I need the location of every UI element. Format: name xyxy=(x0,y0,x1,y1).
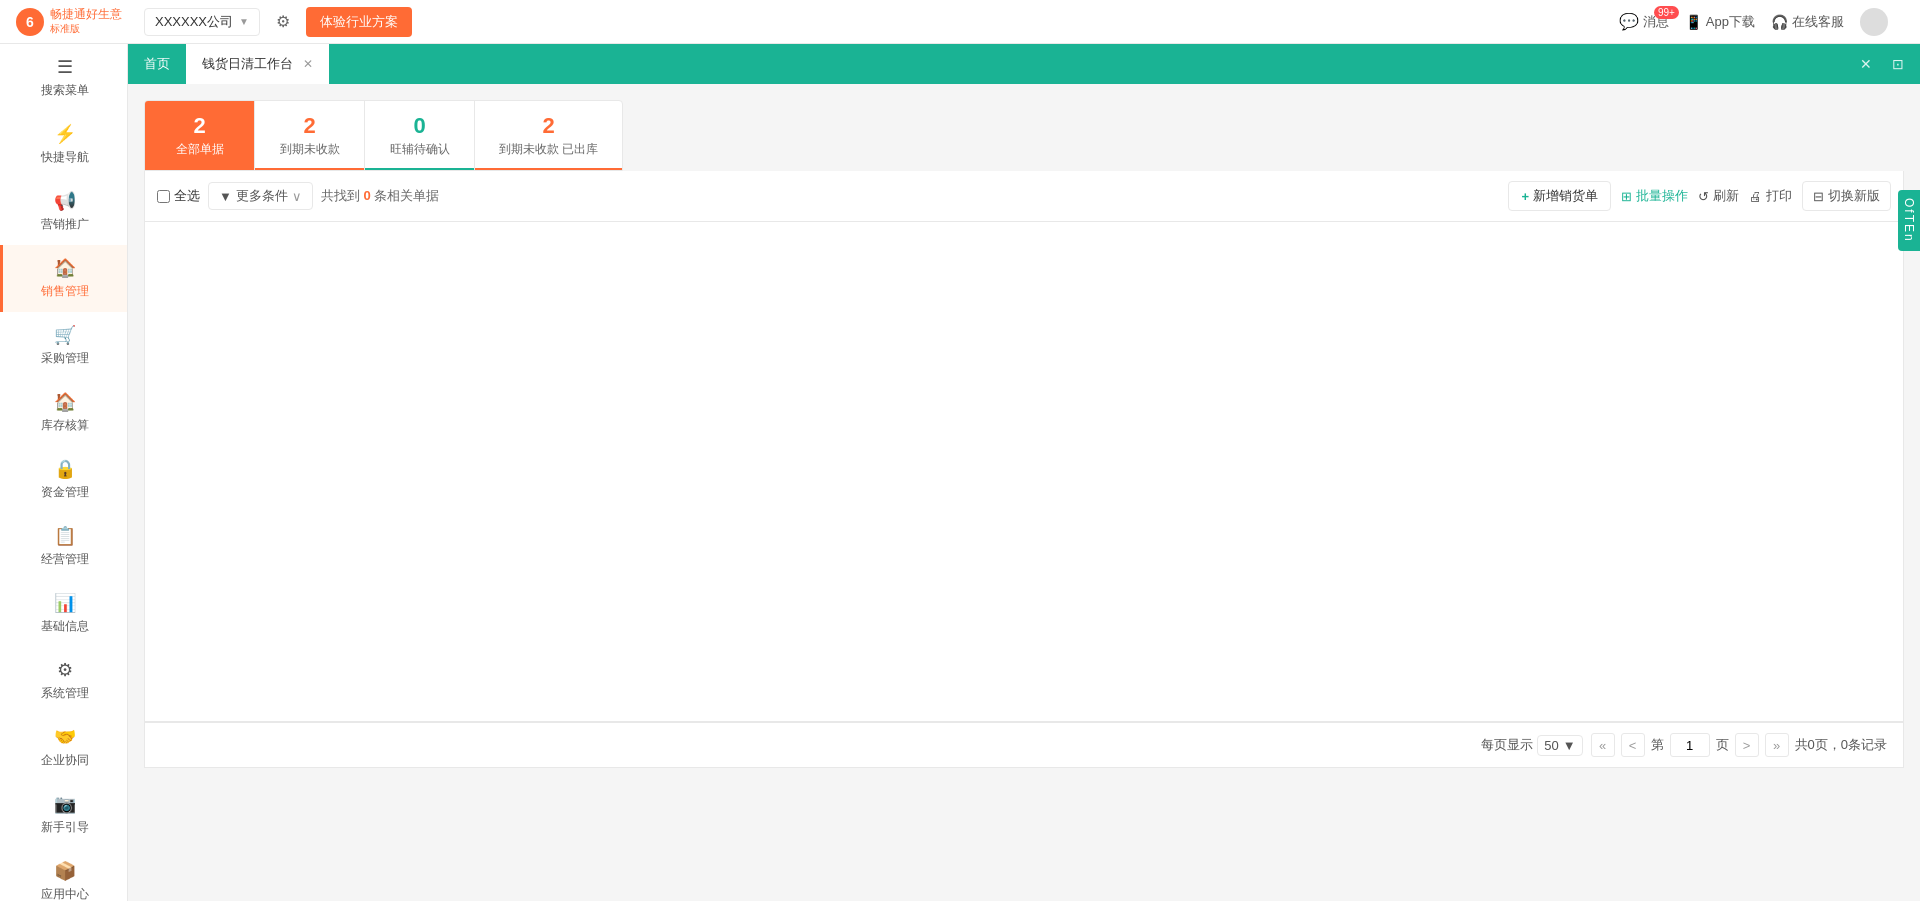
sidebar-item-search-menu[interactable]: ☰ 搜索菜单 xyxy=(0,44,127,111)
messages-badge: 99+ xyxy=(1654,6,1679,19)
sidebar-item-marketing[interactable]: 📢 营销推广 xyxy=(0,178,127,245)
guide-icon: 📷 xyxy=(54,793,76,815)
tab-minimize-icon[interactable]: ✕ xyxy=(1854,52,1878,76)
switch-version-button[interactable]: ⊟ 切换新版 xyxy=(1802,181,1891,211)
sidebar-item-basic-info[interactable]: 📊 基础信息 xyxy=(0,580,127,647)
sidebar: ☰ 搜索菜单 ⚡ 快捷导航 📢 营销推广 🏠 销售管理 🛒 采购管理 🏠 库存核… xyxy=(0,44,128,901)
sidebar-label: 企业协同 xyxy=(41,752,89,769)
page-size-selector: 每页显示 50 ▼ xyxy=(1481,735,1582,756)
sidebar-label: 资金管理 xyxy=(41,484,89,501)
sidebar-item-capital[interactable]: 🔒 资金管理 xyxy=(0,446,127,513)
header-right: 💬 消息 99+ 📱 App下载 🎧 在线客服 xyxy=(1619,8,1904,36)
stat-tab-all[interactable]: 2 全部单据 xyxy=(145,101,255,170)
sidebar-item-purchase[interactable]: 🛒 采购管理 xyxy=(0,312,127,379)
marketing-icon: 📢 xyxy=(54,190,76,212)
tab-bar-actions: ✕ ⊡ xyxy=(1854,52,1920,76)
sidebar-label: 经营管理 xyxy=(41,551,89,568)
top-header: 6 畅捷通好生意 标准版 XXXXXX公司 ▼ ⚙ 体验行业方案 💬 消息 99… xyxy=(0,0,1920,44)
app-center-icon: 📦 xyxy=(54,860,76,882)
print-icon: 🖨 xyxy=(1749,189,1762,204)
batch-icon: ⊞ xyxy=(1621,189,1632,204)
sidebar-item-operations[interactable]: 📋 经营管理 xyxy=(0,513,127,580)
search-menu-icon: ☰ xyxy=(57,56,73,78)
sidebar-label: 采购管理 xyxy=(41,350,89,367)
purchase-icon: 🛒 xyxy=(54,324,76,346)
cooperation-icon: 🤝 xyxy=(54,726,76,748)
page-number-input[interactable] xyxy=(1670,733,1710,757)
avatar[interactable] xyxy=(1860,8,1888,36)
chevron-down-icon: ∨ xyxy=(292,189,302,204)
system-icon: ⚙ xyxy=(57,659,73,681)
first-page-button[interactable]: « xyxy=(1591,733,1615,757)
experience-button[interactable]: 体验行业方案 xyxy=(306,7,412,37)
tab-maximize-icon[interactable]: ⊡ xyxy=(1886,52,1910,76)
inventory-icon: 🏠 xyxy=(54,391,76,413)
prev-page-button[interactable]: < xyxy=(1621,733,1645,757)
toolbar: 全选 ▼ 更多条件 ∨ 共找到 0 条相关单据 + 新增销货单 ⊞ 批量操作 xyxy=(144,171,1904,222)
basic-info-icon: 📊 xyxy=(54,592,76,614)
refresh-button[interactable]: ↺ 刷新 xyxy=(1698,187,1739,205)
app-download-button[interactable]: 📱 App下载 xyxy=(1685,13,1755,31)
settings-icon[interactable]: ⚙ xyxy=(268,7,298,37)
sidebar-item-sales[interactable]: 🏠 销售管理 xyxy=(0,245,127,312)
sidebar-label: 基础信息 xyxy=(41,618,89,635)
operations-icon: 📋 xyxy=(54,525,76,547)
sidebar-label: 营销推广 xyxy=(41,216,89,233)
tab-close-icon[interactable]: ✕ xyxy=(303,57,313,71)
stat-tab-pending-confirm[interactable]: 0 旺辅待确认 xyxy=(365,101,475,170)
logo-sub: 标准版 xyxy=(50,22,122,36)
content-area xyxy=(144,222,1904,722)
stat-tab-overdue-unpaid[interactable]: 2 到期未收款 xyxy=(255,101,365,170)
sidebar-item-app-center[interactable]: 📦 应用中心 xyxy=(0,848,127,901)
sidebar-label: 销售管理 xyxy=(41,283,89,300)
new-sale-button[interactable]: + 新增销货单 xyxy=(1508,181,1611,211)
toolbar-left: 全选 ▼ 更多条件 ∨ 共找到 0 条相关单据 xyxy=(157,182,1500,210)
result-text: 共找到 0 条相关单据 xyxy=(321,187,439,205)
sidebar-label: 应用中心 xyxy=(41,886,89,901)
sidebar-item-cooperation[interactable]: 🤝 企业协同 xyxy=(0,714,127,781)
select-arrow-icon: ▼ xyxy=(1563,738,1576,753)
online-service-button[interactable]: 🎧 在线客服 xyxy=(1771,13,1844,31)
print-button[interactable]: 🖨 打印 xyxy=(1749,187,1792,205)
capital-icon: 🔒 xyxy=(54,458,76,480)
stats-tabs: 2 全部单据 2 到期未收款 0 旺辅待确认 2 到期未收款 已出库 xyxy=(144,100,623,171)
main-content: 2 全部单据 2 到期未收款 0 旺辅待确认 2 到期未收款 已出库 全选 ▼ xyxy=(128,84,1920,901)
batch-operation-button[interactable]: ⊞ 批量操作 xyxy=(1621,187,1688,205)
dropdown-arrow-icon: ▼ xyxy=(239,16,249,27)
sidebar-label: 快捷导航 xyxy=(41,149,89,166)
sidebar-item-system[interactable]: ⚙ 系统管理 xyxy=(0,647,127,714)
select-all-checkbox[interactable]: 全选 xyxy=(157,187,200,205)
sidebar-item-guide[interactable]: 📷 新手引导 xyxy=(0,781,127,848)
sidebar-item-quick-nav[interactable]: ⚡ 快捷导航 xyxy=(0,111,127,178)
plus-icon: + xyxy=(1521,189,1529,204)
messages-button[interactable]: 💬 消息 99+ xyxy=(1619,12,1669,31)
page-size-select-box[interactable]: 50 ▼ xyxy=(1537,735,1582,756)
filter-button[interactable]: ▼ 更多条件 ∨ xyxy=(208,182,313,210)
sidebar-label: 新手引导 xyxy=(41,819,89,836)
next-page-button[interactable]: > xyxy=(1735,733,1759,757)
sales-icon: 🏠 xyxy=(54,257,76,279)
often-tag[interactable]: OfTEn xyxy=(1898,190,1920,251)
sidebar-label: 搜索菜单 xyxy=(41,82,89,99)
tab-home[interactable]: 首页 xyxy=(128,44,186,84)
quick-nav-icon: ⚡ xyxy=(54,123,76,145)
page-navigation: « < 第 页 > » 共0页，0条记录 xyxy=(1591,733,1887,757)
sidebar-label: 库存核算 xyxy=(41,417,89,434)
filter-icon: ▼ xyxy=(219,189,232,204)
sidebar-item-inventory[interactable]: 🏠 库存核算 xyxy=(0,379,127,446)
switch-icon: ⊟ xyxy=(1813,189,1824,204)
logo-area: 6 畅捷通好生意 标准版 xyxy=(16,7,144,37)
tab-bar: 首页 钱货日清工作台 ✕ ✕ ⊡ xyxy=(128,44,1920,84)
last-page-button[interactable]: » xyxy=(1765,733,1789,757)
logo-text: 畅捷通好生意 xyxy=(50,7,122,23)
select-all-input[interactable] xyxy=(157,190,170,203)
sidebar-label: 系统管理 xyxy=(41,685,89,702)
tab-cash-flow[interactable]: 钱货日清工作台 ✕ xyxy=(186,44,329,84)
company-selector[interactable]: XXXXXX公司 ▼ xyxy=(144,8,260,36)
refresh-icon: ↺ xyxy=(1698,189,1709,204)
toolbar-right: + 新增销货单 ⊞ 批量操作 ↺ 刷新 🖨 打印 ⊟ 切换新版 xyxy=(1508,181,1891,211)
stat-tab-overdue-unshipped[interactable]: 2 到期未收款 已出库 xyxy=(475,101,622,170)
pagination: 每页显示 50 ▼ « < 第 页 > » 共0页，0条记录 xyxy=(144,722,1904,768)
logo-icon: 6 xyxy=(16,8,44,36)
